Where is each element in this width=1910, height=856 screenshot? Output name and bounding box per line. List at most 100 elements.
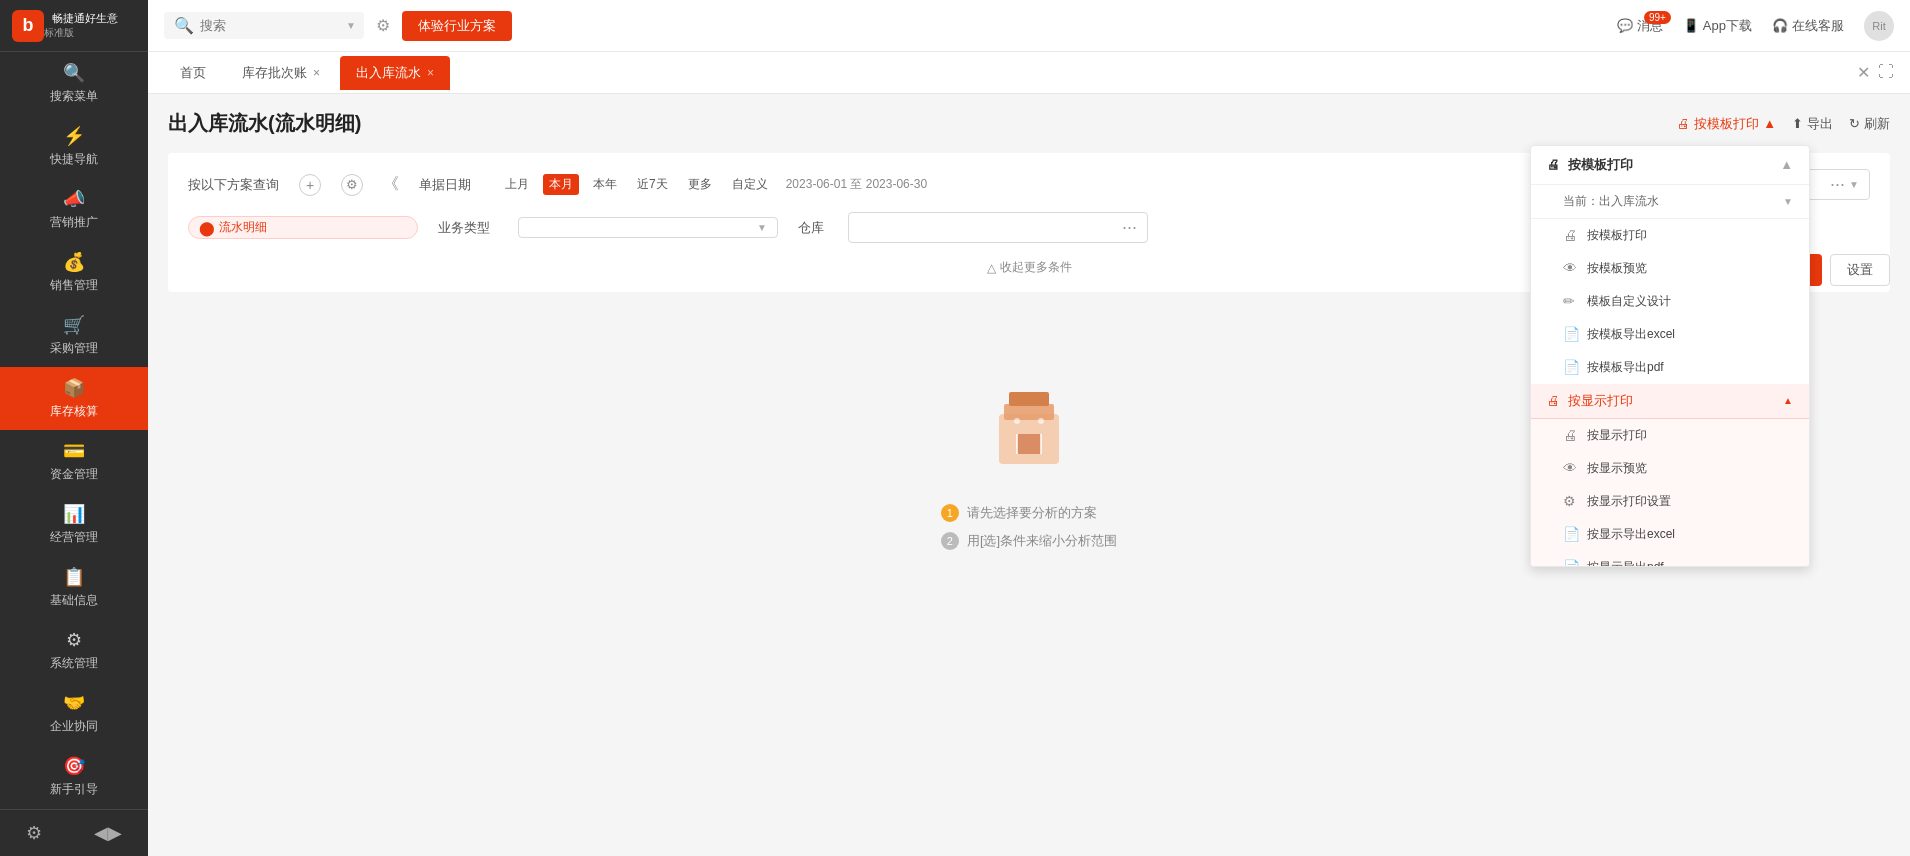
message-btn[interactable]: 💬 消息 99+ bbox=[1617, 17, 1663, 35]
sidebar-item-basic[interactable]: 📋 基础信息 bbox=[0, 556, 148, 619]
filter-collapse-btn[interactable]: 《 bbox=[383, 174, 399, 195]
sidebar-item-quick-nav[interactable]: ⚡ 快捷导航 bbox=[0, 115, 148, 178]
sidebar-item-marketing[interactable]: 📣 营销推广 bbox=[0, 178, 148, 241]
search-icon: 🔍 bbox=[174, 16, 194, 35]
sidebar-item-search[interactable]: 🔍 搜索菜单 bbox=[0, 52, 148, 115]
sidebar: b 畅捷通好生意 标准版 🔍 搜索菜单 ⚡ 快捷导航 📣 营销推广 💰 销售管理… bbox=[0, 0, 148, 856]
sidebar-item-purchase[interactable]: 🛒 采购管理 bbox=[0, 304, 148, 367]
biz-type-field[interactable]: ▼ bbox=[518, 217, 778, 238]
date-btn-custom[interactable]: 自定义 bbox=[726, 174, 774, 195]
dropdown-item-display-preview[interactable]: 👁 按显示预览 bbox=[1531, 452, 1809, 485]
edit-icon: ✏ bbox=[1563, 293, 1579, 309]
gear-icon: ⚙ bbox=[1563, 493, 1579, 509]
operation-icon: 📊 bbox=[63, 503, 85, 525]
excel-icon: 📄 bbox=[1563, 526, 1579, 542]
dropdown-item-template-pdf[interactable]: 📄 按模板导出pdf bbox=[1531, 351, 1809, 384]
sidebar-collapse-btn[interactable]: ◀▶ bbox=[94, 822, 122, 844]
sidebar-settings-btn[interactable]: ⚙ bbox=[26, 822, 42, 844]
chevron-down-icon: ▼ bbox=[1783, 196, 1793, 207]
app-download-btn[interactable]: 📱 App下载 bbox=[1683, 17, 1752, 35]
avatar-img: Rit bbox=[1864, 11, 1894, 41]
warehouse-field[interactable]: ··· bbox=[848, 212, 1148, 243]
enterprise-icon: 🤝 bbox=[63, 692, 85, 714]
sidebar-item-app-center[interactable]: 📱 应用中心 bbox=[0, 808, 148, 809]
page-title: 出入库流水(流水明细) bbox=[168, 110, 361, 137]
dropdown-header[interactable]: 🖨 按模板打印 ▲ bbox=[1531, 146, 1809, 185]
tab-batch-account[interactable]: 库存批次账 × bbox=[226, 56, 336, 90]
dropdown-current[interactable]: 当前：出入库流水 ▼ bbox=[1531, 185, 1809, 219]
date-btn-this-year[interactable]: 本年 bbox=[587, 174, 623, 195]
sidebar-item-finance[interactable]: 💳 资金管理 bbox=[0, 430, 148, 493]
dropdown-item-template-custom[interactable]: ✏ 模板自定义设计 bbox=[1531, 285, 1809, 318]
page-inner: 出入库流水(流水明细) 🖨 按模板打印 ▲ ⬆ 导出 ↻ 刷新 bbox=[148, 94, 1910, 646]
tabs-close-all-btn[interactable]: ✕ bbox=[1857, 63, 1870, 82]
dropdown-item-display-pdf[interactable]: 📄 按显示导出pdf bbox=[1531, 551, 1809, 566]
filter-add-btn[interactable]: + bbox=[299, 174, 321, 196]
item-label: 按模板导出excel bbox=[1587, 326, 1675, 343]
sidebar-item-label: 快捷导航 bbox=[50, 151, 98, 168]
tabs-expand-btn[interactable]: ⛶ bbox=[1878, 63, 1894, 82]
empty-illustration bbox=[979, 384, 1079, 484]
sidebar-item-system[interactable]: ⚙ 系统管理 bbox=[0, 619, 148, 682]
print-dropdown: 🖨 按模板打印 ▲ 当前：出入库流水 ▼ 🖨 bbox=[1530, 145, 1810, 567]
item-label: 按显示打印设置 bbox=[1587, 493, 1671, 510]
current-label: 当前：出入库流水 bbox=[1563, 193, 1659, 210]
dropdown-item-template-excel[interactable]: 📄 按模板导出excel bbox=[1531, 318, 1809, 351]
sidebar-item-guide[interactable]: 🎯 新手引导 bbox=[0, 745, 148, 808]
trial-btn[interactable]: 体验行业方案 bbox=[402, 11, 512, 41]
quick-nav-icon: ⚡ bbox=[63, 125, 85, 147]
tab-flow-label: 出入库流水 bbox=[356, 64, 421, 82]
pdf-icon: 📄 bbox=[1563, 359, 1579, 375]
tab-flow[interactable]: 出入库流水 × bbox=[340, 56, 450, 90]
empty-hint: 1 请先选择要分析的方案 2 用[选]条件来缩小分析范围 bbox=[941, 504, 1117, 550]
date-btn-7days[interactable]: 近7天 bbox=[631, 174, 674, 195]
online-service-btn[interactable]: 🎧 在线客服 bbox=[1772, 17, 1844, 35]
dropdown-item-display-excel[interactable]: 📄 按显示导出excel bbox=[1531, 518, 1809, 551]
dropdown-section-display[interactable]: 🖨 按显示打印 ▲ bbox=[1531, 384, 1809, 419]
chevron-up-icon: ▲ bbox=[1780, 157, 1793, 172]
tab-home-label: 首页 bbox=[180, 64, 206, 82]
sidebar-item-operation[interactable]: 📊 经营管理 bbox=[0, 493, 148, 556]
sidebar-item-enterprise[interactable]: 🤝 企业协同 bbox=[0, 682, 148, 745]
tab-batch-account-close[interactable]: × bbox=[313, 66, 320, 80]
more-icon[interactable]: ··· bbox=[1830, 174, 1845, 195]
user-avatar[interactable]: Rit bbox=[1864, 11, 1894, 41]
page-actions: 🖨 按模板打印 ▲ ⬆ 导出 ↻ 刷新 bbox=[1677, 115, 1890, 133]
dropdown-item-template-print[interactable]: 🖨 按模板打印 bbox=[1531, 219, 1809, 252]
sidebar-item-inventory[interactable]: 📦 库存核算 bbox=[0, 367, 148, 430]
hint-item-1: 1 请先选择要分析的方案 bbox=[941, 504, 1117, 522]
sidebar-item-sales[interactable]: 💰 销售管理 bbox=[0, 241, 148, 304]
search-input[interactable] bbox=[200, 18, 340, 33]
date-btn-last-month[interactable]: 上月 bbox=[499, 174, 535, 195]
hint-num-1: 1 bbox=[941, 504, 959, 522]
sidebar-item-label: 资金管理 bbox=[50, 466, 98, 483]
tabs-bar: 首页 库存批次账 × 出入库流水 × ✕ ⛶ bbox=[148, 52, 1910, 94]
more-icon[interactable]: ··· bbox=[1122, 217, 1137, 238]
chevron-up-icon: ▲ bbox=[1763, 116, 1776, 131]
eye-icon: 👁 bbox=[1563, 460, 1579, 476]
dropdown-item-display-print[interactable]: 🖨 按显示打印 bbox=[1531, 419, 1809, 452]
date-btn-more[interactable]: 更多 bbox=[682, 174, 718, 195]
system-icon: ⚙ bbox=[66, 629, 82, 651]
dropdown-item-template-preview[interactable]: 👁 按模板预览 bbox=[1531, 252, 1809, 285]
app-download-label: App下载 bbox=[1703, 17, 1752, 35]
print-btn[interactable]: 🖨 按模板打印 ▲ bbox=[1677, 115, 1776, 133]
filter-gear-btn[interactable]: ⚙ bbox=[341, 174, 363, 196]
svg-point-6 bbox=[1014, 418, 1020, 424]
export-btn[interactable]: ⬆ 导出 bbox=[1792, 115, 1833, 133]
collapse-up-icon: △ bbox=[987, 261, 996, 275]
tab-home[interactable]: 首页 bbox=[164, 56, 222, 90]
sidebar-item-label: 系统管理 bbox=[50, 655, 98, 672]
dropdown-item-display-settings[interactable]: ⚙ 按显示打印设置 bbox=[1531, 485, 1809, 518]
date-btn-this-month[interactable]: 本月 bbox=[543, 174, 579, 195]
topbar-search-box[interactable]: 🔍 ▼ bbox=[164, 12, 364, 39]
search-icon: 🔍 bbox=[63, 62, 85, 84]
sidebar-item-label: 营销推广 bbox=[50, 214, 98, 231]
tab-flow-close[interactable]: × bbox=[427, 66, 434, 80]
set-btn[interactable]: 设置 bbox=[1830, 254, 1890, 286]
item-label: 按显示打印 bbox=[1587, 427, 1647, 444]
refresh-btn[interactable]: ↻ 刷新 bbox=[1849, 115, 1890, 133]
settings-icon[interactable]: ⚙ bbox=[376, 16, 390, 35]
svg-rect-1 bbox=[1004, 404, 1054, 420]
sidebar-item-label: 基础信息 bbox=[50, 592, 98, 609]
